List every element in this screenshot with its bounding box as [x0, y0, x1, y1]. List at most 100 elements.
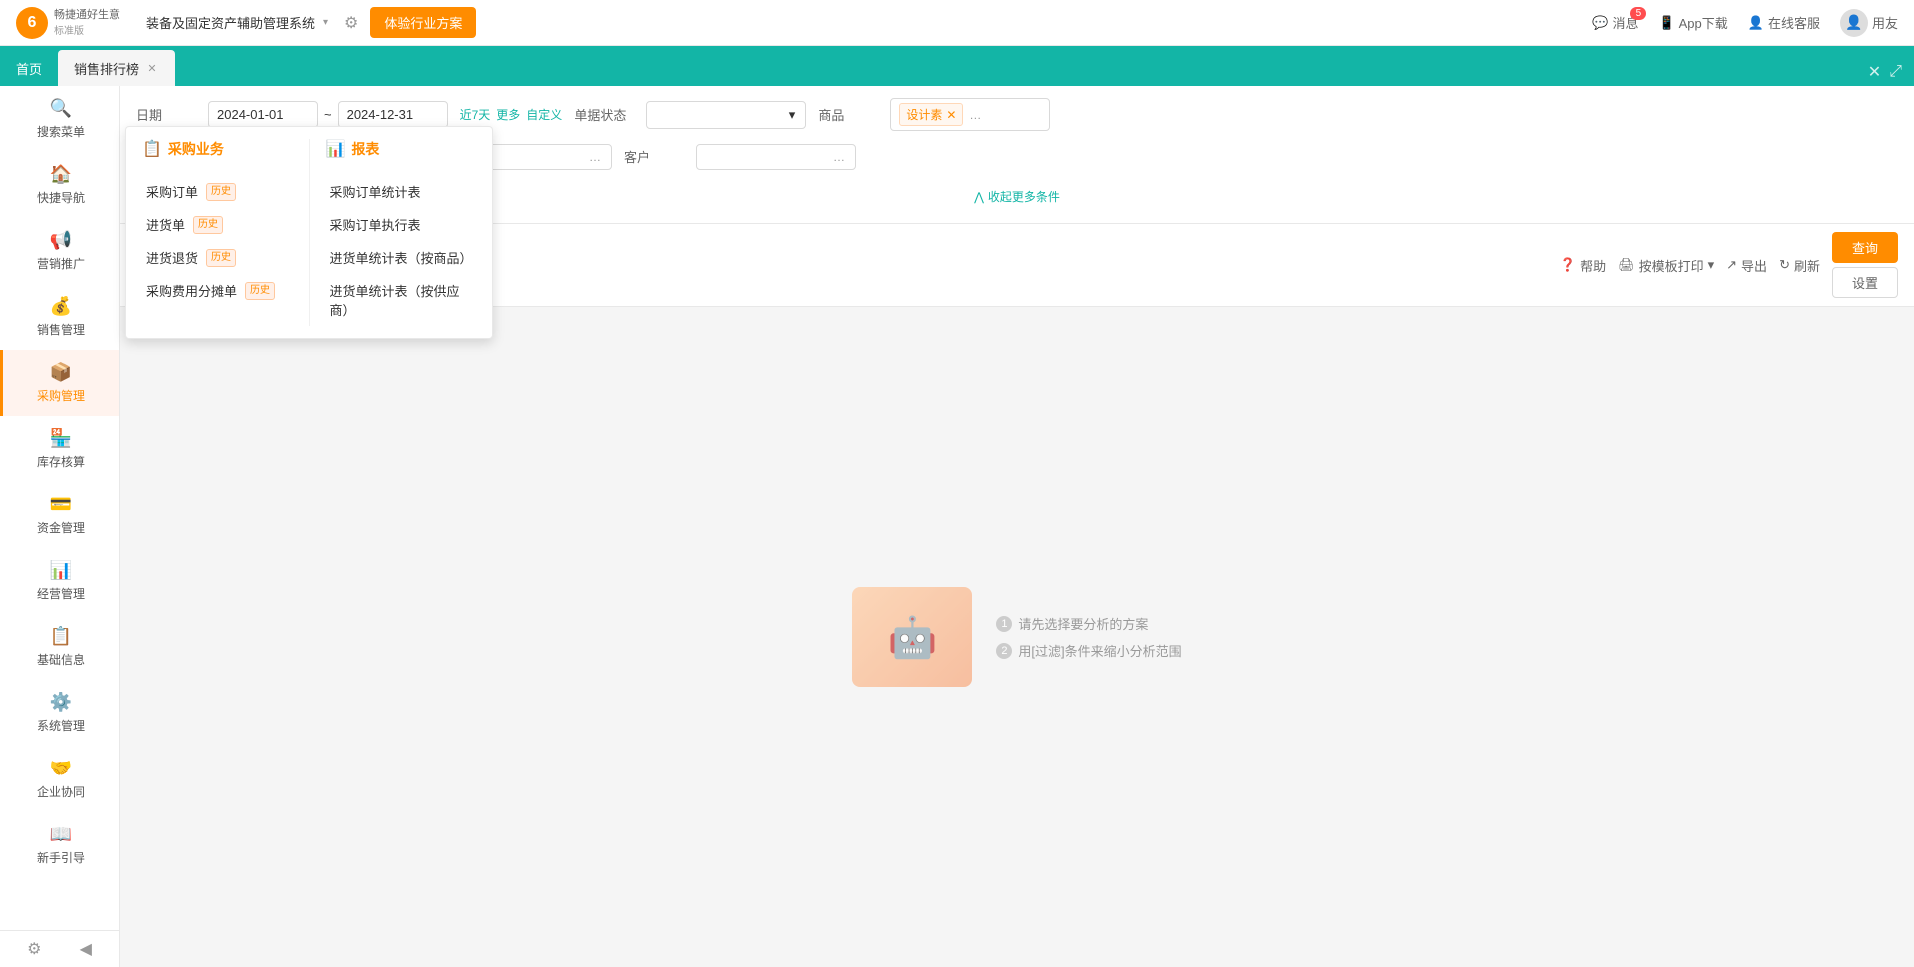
sidebar-item-guide[interactable]: 📖 新手引导 — [0, 812, 119, 878]
date-start-input[interactable] — [208, 101, 318, 128]
menu-item-order-exec[interactable]: 采购订单执行表 — [326, 208, 477, 241]
sidebar-item-sales[interactable]: 💰 销售管理 — [0, 284, 119, 350]
purchase-popup-menu: 📋 采购业务 采购订单 历史 进货单 历史 进货退货 — [125, 126, 493, 339]
sidebar-settings-btn[interactable]: ⚙ — [27, 939, 41, 959]
message-button[interactable]: 💬 消息 5 — [1592, 13, 1638, 32]
tab-maximize-icon[interactable]: ⤢ — [1889, 63, 1902, 81]
shortcut-more[interactable]: 更多 — [496, 106, 520, 123]
tip-num-1: 1 — [996, 616, 1012, 632]
sales-icon: 💰 — [50, 296, 72, 317]
tab-close-icon[interactable]: ✕ — [145, 61, 159, 75]
sidebar-item-quick-nav[interactable]: 🏠 快捷导航 — [0, 152, 119, 218]
voucher-status-select[interactable]: ▾ — [646, 101, 806, 129]
operation-icon: 📊 — [50, 560, 72, 581]
message-icon: 💬 — [1592, 15, 1608, 31]
print-dropdown-icon[interactable]: ▾ — [1708, 257, 1715, 273]
date-label: 日期 — [136, 105, 196, 124]
menu-item-purchase-order[interactable]: 采购订单 历史 — [142, 175, 293, 208]
sidebar-item-system[interactable]: ⚙️ 系统管理 — [0, 680, 119, 746]
home-icon: 🏠 — [50, 164, 72, 185]
tab-close-all-icon[interactable]: ✕ — [1868, 62, 1881, 82]
user-menu-button[interactable]: 👤 用友 — [1840, 9, 1898, 37]
tip-num-2: 2 — [996, 643, 1012, 659]
print-button[interactable]: 🖨 按模板打印 ▾ — [1618, 256, 1714, 275]
set-button[interactable]: 设置 — [1832, 267, 1898, 298]
goods-tag-close[interactable]: ✕ — [946, 108, 956, 122]
corp-icon: 🤝 — [50, 758, 72, 779]
online-service-button[interactable]: 👤 在线客服 — [1748, 13, 1820, 32]
settings-icon[interactable]: ⚙ — [344, 13, 358, 33]
main-layout: 🔍 搜索菜单 🏠 快捷导航 📢 营销推广 💰 销售管理 📦 采购管理 🏪 库存核… — [0, 86, 1914, 967]
goods-label: 商品 — [818, 105, 878, 124]
popup-menu-inner: 📋 采购业务 采购订单 历史 进货单 历史 进货退货 — [126, 139, 492, 326]
customer-more-btn[interactable]: … — [833, 150, 845, 164]
logo-area: 6 畅捷通好生意 标准版 — [16, 7, 136, 39]
menu-item-expense[interactable]: 采购费用分摊单 历史 — [142, 274, 293, 307]
menu-item-incoming-stat-goods[interactable]: 进货单统计表（按商品） — [326, 241, 477, 274]
customer-label: 客户 — [624, 147, 684, 166]
empty-tips: 1 请先选择要分析的方案 2 用[过滤]条件来缩小分析范围 — [996, 614, 1181, 660]
sidebar-item-purchase[interactable]: 📦 采购管理 — [0, 350, 119, 416]
sidebar-bottom: ⚙ ◀ — [0, 930, 119, 967]
sidebar-item-corp[interactable]: 🤝 企业协同 — [0, 746, 119, 812]
print-icon: 🖨 — [1618, 257, 1635, 273]
empty-tip-2: 2 用[过滤]条件来缩小分析范围 — [996, 641, 1181, 660]
sidebar-collapse-btn[interactable]: ◀ — [80, 939, 92, 959]
system-dropdown-arrow[interactable]: ▾ — [323, 17, 328, 28]
help-icon: ❓ — [1560, 257, 1576, 273]
app-download-button[interactable]: 📱 App下载 — [1658, 13, 1727, 32]
menu-item-incoming-stat-supplier[interactable]: 进货单统计表（按供应商） — [326, 274, 477, 326]
empty-state: 🤖 1 请先选择要分析的方案 2 用[过滤]条件来缩小分析范围 — [120, 307, 1914, 967]
menu-item-order-stat[interactable]: 采购订单统计表 — [326, 175, 477, 208]
sidebar-item-inventory[interactable]: 🏪 库存核算 — [0, 416, 119, 482]
history-tag-2: 历史 — [206, 249, 236, 267]
sidebar-item-capital[interactable]: 💳 资金管理 — [0, 482, 119, 548]
tab-sales-rank[interactable]: 销售排行榜 ✕ — [58, 50, 175, 86]
tab-home[interactable]: 首页 — [0, 50, 58, 86]
menu-item-return[interactable]: 进货退货 历史 — [142, 241, 293, 274]
goods-input-area[interactable]: 设计素 ✕ … — [890, 98, 1050, 131]
goods-tag: 设计素 ✕ — [899, 103, 963, 126]
date-shortcuts: 近7天 更多 自定义 — [460, 106, 563, 123]
tab-bar-right: ✕ ⤢ — [1868, 62, 1914, 86]
top-header: 6 畅捷通好生意 标准版 装备及固定资产辅助管理系统 ▾ ⚙ 体验行业方案 💬 … — [0, 0, 1914, 46]
header-right: 💬 消息 5 📱 App下载 👤 在线客服 👤 用友 — [1592, 9, 1898, 37]
history-tag-0: 历史 — [206, 183, 236, 201]
refresh-icon: ↻ — [1779, 257, 1790, 273]
message-badge: 5 — [1630, 7, 1646, 20]
date-separator: ~ — [324, 107, 332, 122]
shortcut-custom[interactable]: 自定义 — [526, 106, 562, 123]
date-end-input[interactable] — [338, 101, 448, 128]
sidebar-item-basic[interactable]: 📋 基础信息 — [0, 614, 119, 680]
query-button[interactable]: 查询 — [1832, 232, 1898, 263]
export-button[interactable]: ↗ 导出 — [1726, 256, 1767, 275]
sidebar-item-search[interactable]: 🔍 搜索菜单 — [0, 86, 119, 152]
avatar: 👤 — [1840, 9, 1868, 37]
content-area: 📋 采购业务 采购订单 历史 进货单 历史 进货退货 — [120, 86, 1914, 967]
purchase-icon: 📦 — [50, 362, 72, 383]
help-button[interactable]: ❓ 帮助 — [1560, 256, 1606, 275]
goods-more-btn[interactable]: … — [969, 108, 981, 122]
customer-select[interactable]: … — [696, 144, 856, 170]
refresh-button[interactable]: ↻ 刷新 — [1779, 256, 1820, 275]
shortcut-7days[interactable]: 近7天 — [460, 106, 491, 123]
popup-col-business: 📋 采购业务 采购订单 历史 进货单 历史 进货退货 — [126, 139, 309, 326]
sidebar: 🔍 搜索菜单 🏠 快捷导航 📢 营销推广 💰 销售管理 📦 采购管理 🏪 库存核… — [0, 86, 120, 967]
content-wrapper: 📋 采购业务 采购订单 历史 进货单 历史 进货退货 — [120, 86, 1914, 967]
voucher-status-label: 单据状态 — [574, 105, 634, 124]
sidebar-item-operation[interactable]: 📊 经营管理 — [0, 548, 119, 614]
salesperson-more-btn[interactable]: … — [589, 150, 601, 164]
action-buttons: 查询 设置 — [1832, 232, 1898, 298]
mobile-icon: 📱 — [1658, 15, 1674, 31]
history-tag-3: 历史 — [245, 282, 275, 300]
industry-button[interactable]: 体验行业方案 — [370, 7, 476, 38]
sidebar-item-marketing[interactable]: 📢 营销推广 — [0, 218, 119, 284]
popup-col2-title: 📊 报表 — [326, 139, 477, 165]
empty-tip-1: 1 请先选择要分析的方案 — [996, 614, 1181, 633]
guide-icon: 📖 — [50, 824, 72, 845]
menu-item-incoming[interactable]: 进货单 历史 — [142, 208, 293, 241]
capital-icon: 💳 — [50, 494, 72, 515]
popup-col1-title: 📋 采购业务 — [142, 139, 293, 165]
marketing-icon: 📢 — [50, 230, 72, 251]
basic-icon: 📋 — [50, 626, 72, 647]
